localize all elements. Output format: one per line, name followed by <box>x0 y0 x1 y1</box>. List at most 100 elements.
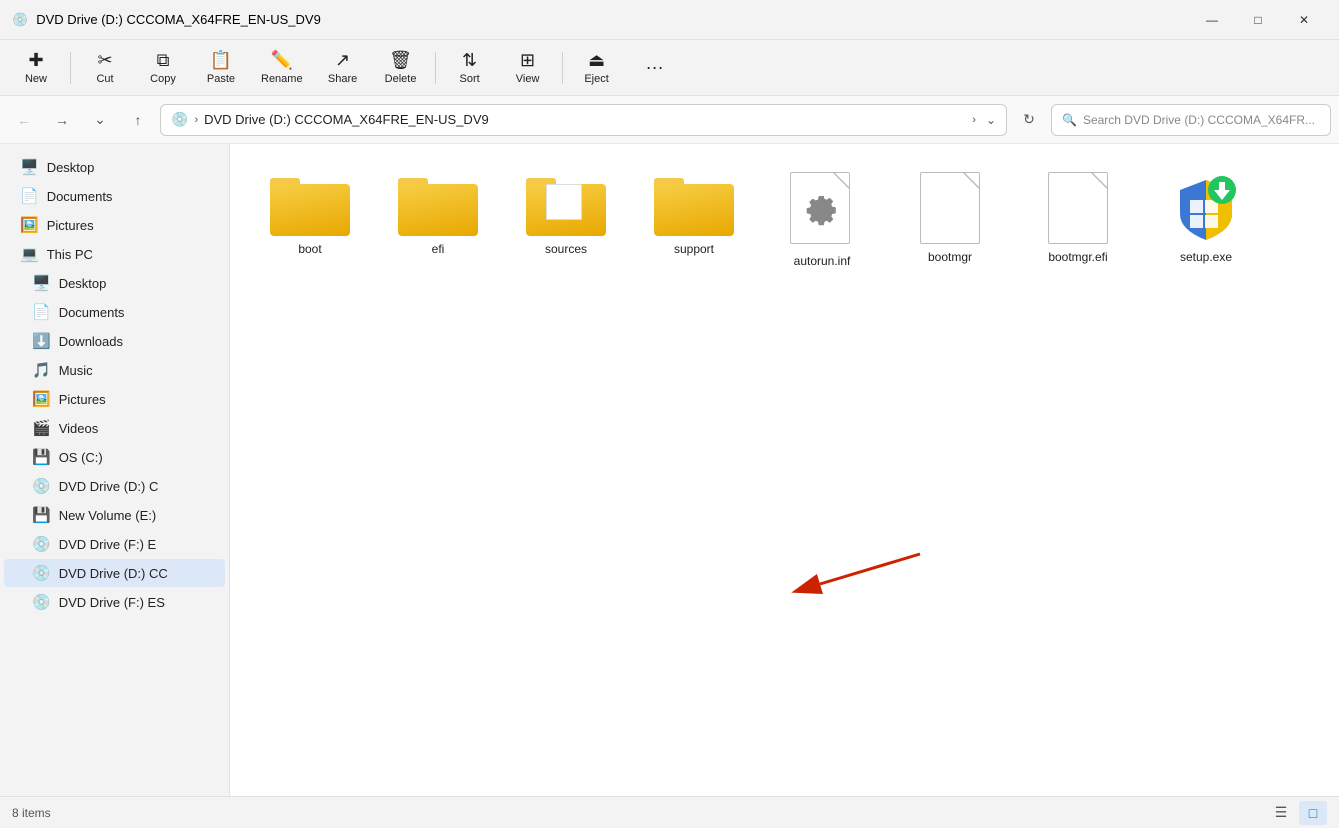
file-item-setup[interactable]: setup.exe <box>1146 164 1266 276</box>
cut-label: Cut <box>96 73 113 85</box>
close-button[interactable]: ✕ <box>1281 0 1327 40</box>
setup-label: setup.exe <box>1180 250 1232 264</box>
share-button[interactable]: ↗ Share <box>315 44 371 92</box>
sidebar-item-videos[interactable]: 🎬 Videos <box>4 414 225 442</box>
sidebar: 🖥️ Desktop 📄 Documents 🖼️ Pictures 💻 Thi… <box>0 144 230 796</box>
bootmgr-label: bootmgr <box>928 250 972 264</box>
sidebar-item-documents[interactable]: 📄 Documents <box>4 298 225 326</box>
file-item-bootmgr[interactable]: bootmgr <box>890 164 1010 276</box>
sidebar-item-downloads[interactable]: ⬇️ Downloads <box>4 327 225 355</box>
eject-label: Eject <box>584 73 608 85</box>
minimize-button[interactable]: — <box>1189 0 1235 40</box>
view-icon: ⊞ <box>520 50 535 71</box>
toolbar-separator-2 <box>435 52 436 84</box>
sources-folder-icon <box>526 172 606 236</box>
sort-button[interactable]: ⇅ Sort <box>442 44 498 92</box>
maximize-button[interactable]: □ <box>1235 0 1281 40</box>
sidebar-item-thispc[interactable]: 💻 This PC <box>4 240 225 268</box>
boot-folder-icon <box>270 172 350 236</box>
sidebar-label-osc: OS (C:) <box>59 450 103 465</box>
sidebar-item-music[interactable]: 🎵 Music <box>4 356 225 384</box>
sidebar-item-dvd-f[interactable]: 💿 DVD Drive (F:) E <box>4 530 225 558</box>
address-dvd-icon: 💿 <box>171 111 188 128</box>
title-bar: 💿 DVD Drive (D:) CCCOMA_X64FRE_EN-US_DV9… <box>0 0 1339 40</box>
sidebar-item-desktop-quick[interactable]: 🖥️ Desktop <box>4 153 225 181</box>
sidebar-item-dvd-f2[interactable]: 💿 DVD Drive (F:) ES <box>4 588 225 616</box>
sidebar-item-volume-e[interactable]: 💾 New Volume (E:) <box>4 501 225 529</box>
content-area: boot efi sources <box>230 144 1339 796</box>
volume-e-icon: 💾 <box>32 506 51 524</box>
sort-icon: ⇅ <box>462 50 477 71</box>
search-box[interactable]: 🔍 Search DVD Drive (D:) CCCOMA_X64FR... <box>1051 104 1331 136</box>
file-item-boot[interactable]: boot <box>250 164 370 276</box>
file-item-autorun[interactable]: autorun.inf <box>762 164 882 276</box>
paste-button[interactable]: 📋 Paste <box>193 44 249 92</box>
eject-button[interactable]: ⏏ Eject <box>569 44 625 92</box>
sidebar-item-documents-quick[interactable]: 📄 Documents <box>4 182 225 210</box>
sidebar-item-pictures-quick[interactable]: 🖼️ Pictures <box>4 211 225 239</box>
efi-label: efi <box>432 242 445 256</box>
paste-icon: 📋 <box>210 50 232 71</box>
view-button[interactable]: ⊞ View <box>500 44 556 92</box>
up-button[interactable]: ↑ <box>122 104 154 136</box>
share-label: Share <box>328 73 357 85</box>
eject-icon: ⏏ <box>588 50 605 71</box>
sidebar-label-pictures-quick: Pictures <box>47 218 94 233</box>
sidebar-label-dvd-f2: DVD Drive (F:) ES <box>59 595 165 610</box>
dvd-d-icon: 💿 <box>32 477 51 495</box>
file-item-support[interactable]: support <box>634 164 754 276</box>
file-item-sources[interactable]: sources <box>506 164 626 276</box>
osc-icon: 💾 <box>32 448 51 466</box>
delete-label: Delete <box>385 73 417 85</box>
address-bar[interactable]: 💿 › DVD Drive (D:) CCCOMA_X64FRE_EN-US_D… <box>160 104 1007 136</box>
rename-button[interactable]: ✏️ Rename <box>251 44 313 92</box>
cut-button[interactable]: ✂ Cut <box>77 44 133 92</box>
paste-label: Paste <box>207 73 235 85</box>
sources-label: sources <box>545 242 587 256</box>
dvd-f2-icon: 💿 <box>32 593 51 611</box>
back-button[interactable]: ← <box>8 104 40 136</box>
expand-button[interactable]: ⌄ <box>84 104 116 136</box>
sidebar-label-dvd-f: DVD Drive (F:) E <box>59 537 157 552</box>
addressbar-row: ← → ⌄ ↑ 💿 › DVD Drive (D:) CCCOMA_X64FRE… <box>0 96 1339 144</box>
refresh-button[interactable]: ↻ <box>1013 104 1045 136</box>
copy-button[interactable]: ⧉ Copy <box>135 44 191 92</box>
more-button[interactable]: ··· <box>627 44 683 92</box>
file-item-bootmgr-efi[interactable]: bootmgr.efi <box>1018 164 1138 276</box>
autorun-icon <box>790 172 854 248</box>
sidebar-label-thispc: This PC <box>47 247 93 262</box>
sidebar-item-dvd-d[interactable]: 💿 DVD Drive (D:) C <box>4 472 225 500</box>
new-button[interactable]: ✚ New <box>8 44 64 92</box>
sidebar-label-downloads: Downloads <box>59 334 123 349</box>
efi-folder-icon <box>398 172 478 236</box>
sidebar-item-desktop[interactable]: 🖥️ Desktop <box>4 269 225 297</box>
boot-label: boot <box>298 242 321 256</box>
bootmgr-efi-icon <box>1048 172 1108 244</box>
rename-icon: ✏️ <box>271 50 293 71</box>
desktop-icon: 🖥️ <box>20 158 39 176</box>
status-bar: 8 items ☰ □ <box>0 796 1339 828</box>
rename-label: Rename <box>261 73 303 85</box>
sidebar-item-dvd-active[interactable]: 💿 DVD Drive (D:) CC <box>4 559 225 587</box>
title-bar-left: 💿 DVD Drive (D:) CCCOMA_X64FRE_EN-US_DV9 <box>12 12 321 28</box>
delete-button[interactable]: 🗑 Delete <box>373 44 429 92</box>
grid-view-button[interactable]: □ <box>1299 801 1327 825</box>
sidebar-item-osc[interactable]: 💾 OS (C:) <box>4 443 225 471</box>
list-view-button[interactable]: ☰ <box>1267 801 1295 825</box>
title-bar-controls: — □ ✕ <box>1189 0 1327 40</box>
music-icon: 🎵 <box>32 361 51 379</box>
files-grid: boot efi sources <box>250 164 1319 276</box>
toolbar-separator-1 <box>70 52 71 84</box>
toolbar-separator-3 <box>562 52 563 84</box>
address-dropdown-arrow[interactable]: ⌄ <box>986 113 996 127</box>
file-item-efi[interactable]: efi <box>378 164 498 276</box>
sidebar-item-pictures[interactable]: 🖼️ Pictures <box>4 385 225 413</box>
setup-svg <box>1170 172 1242 244</box>
toolbar: ✚ New ✂ Cut ⧉ Copy 📋 Paste ✏️ Rename ↗ S… <box>0 40 1339 96</box>
dvd-active-icon: 💿 <box>32 564 51 582</box>
dvd-f-icon: 💿 <box>32 535 51 553</box>
annotation-arrow <box>740 524 940 604</box>
forward-button[interactable]: → <box>46 104 78 136</box>
support-label: support <box>674 242 714 256</box>
support-folder-icon <box>654 172 734 236</box>
